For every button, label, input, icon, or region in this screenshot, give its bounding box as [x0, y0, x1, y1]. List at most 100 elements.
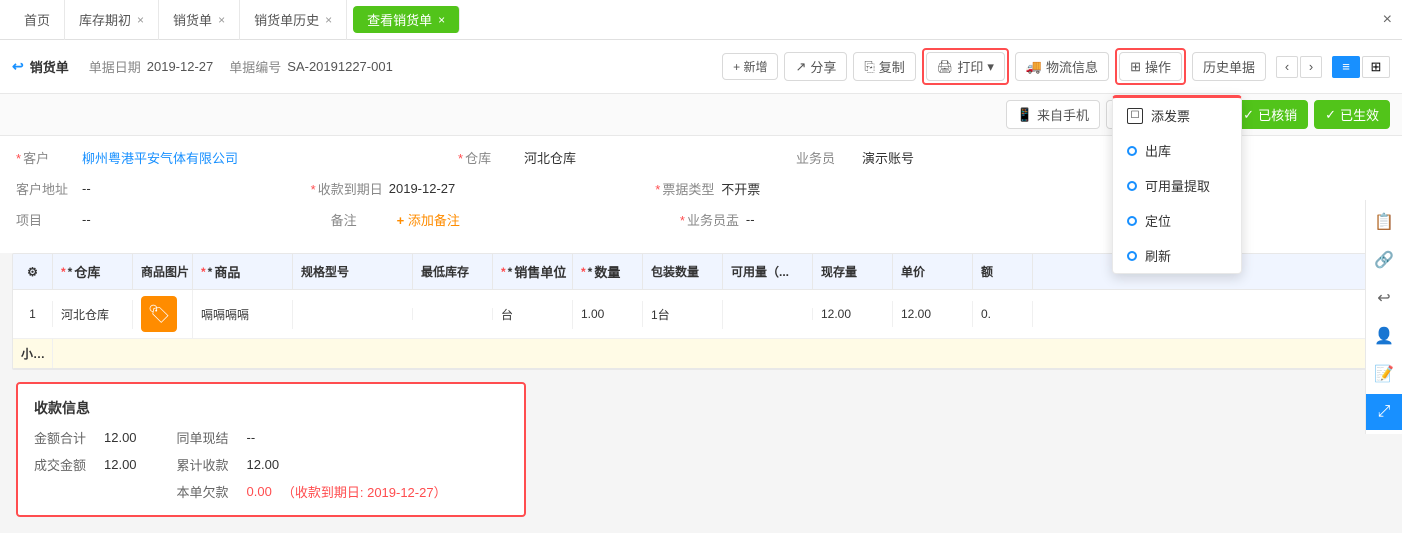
logistics-button[interactable]: 🚚 物流信息: [1015, 52, 1109, 81]
tab-sales-history[interactable]: 销货单历史 ×: [240, 0, 347, 40]
outbound-icon: [1127, 146, 1137, 156]
doc-title: ↩ 销货单: [12, 57, 69, 76]
customer-label: 客户: [16, 148, 76, 167]
from-mobile-button[interactable]: 📱 来自手机: [1006, 100, 1100, 129]
sidebar-user-icon[interactable]: 👤: [1366, 318, 1402, 354]
warehouse-field: 仓库 河北仓库: [458, 148, 576, 167]
warehouse-value: 河北仓库: [524, 148, 576, 167]
logistics-icon: 🚚: [1026, 59, 1042, 75]
dropdown-add-invoice[interactable]: ☐ 添发票: [1113, 98, 1241, 133]
copy-button[interactable]: ⎘ 复制: [853, 52, 915, 81]
balance-label: 本单欠款: [177, 482, 237, 501]
sales-staff-value: --: [746, 212, 755, 227]
sales-staff-label: 业务员盂: [680, 210, 740, 229]
share-button[interactable]: ↗ 分享: [784, 52, 847, 81]
tab-home[interactable]: 首页: [10, 0, 65, 40]
staff-label: 业务员: [796, 148, 856, 167]
customer-value[interactable]: 柳州粤港平安气体有限公司: [82, 148, 238, 167]
cumulative-value: 12.00: [247, 457, 280, 472]
locate-icon: [1127, 216, 1137, 226]
dropdown-refresh[interactable]: 刷新: [1113, 238, 1241, 273]
print-icon: 🖨: [937, 59, 954, 75]
balance-row: 本单欠款 0.00 （收款到期日: 2019-12-27）: [177, 482, 447, 501]
note-label: 备注: [331, 210, 391, 229]
th-settings[interactable]: ⚙: [13, 254, 53, 289]
th-image: 商品图片: [133, 254, 193, 289]
staff-field: 业务员 演示账号: [796, 148, 914, 167]
row-stock: 12.00: [813, 301, 893, 327]
print-button[interactable]: 🖨 打印 ▾: [926, 52, 1005, 81]
th-packqty: 包装数量: [643, 254, 723, 289]
doc-date-field: 单据日期 2019-12-27: [89, 57, 214, 76]
sidebar-edit-icon[interactable]: 📝: [1366, 356, 1402, 392]
add-invoice-icon: ☐: [1127, 108, 1143, 124]
cumulative-label: 累计收款: [177, 455, 237, 474]
document-header: ↩ 销货单 单据日期 2019-12-27 单据编号 SA-20191227-0…: [0, 40, 1402, 94]
ticket-type-label: 票据类型: [655, 179, 715, 198]
dropdown-available-pick[interactable]: 可用量提取: [1113, 168, 1241, 203]
subtotal-empty: [53, 339, 1389, 368]
close-view-sales-tab[interactable]: ×: [438, 13, 445, 27]
sidebar-clipboard-icon[interactable]: 📋: [1366, 204, 1402, 240]
row-warehouse: 河北仓库: [53, 300, 133, 329]
close-window-button[interactable]: ×: [1383, 11, 1392, 29]
grid-view-button[interactable]: ⊞: [1362, 56, 1390, 78]
row-amount: 0.: [973, 301, 1033, 327]
close-inventory-tab[interactable]: ×: [137, 13, 144, 27]
payment-col-left: 金额合计 12.00 成交金额 12.00: [34, 428, 137, 501]
sidebar-return-icon[interactable]: ↩: [1366, 280, 1402, 316]
next-arrow[interactable]: ›: [1300, 56, 1322, 78]
operate-button[interactable]: ⊞ 操作: [1119, 52, 1182, 81]
row-available: [723, 308, 813, 320]
sidebar-expand-icon[interactable]: ⤢: [1366, 394, 1402, 430]
effective-button[interactable]: ✓ 已生效: [1314, 100, 1390, 129]
tab-view-sales[interactable]: 查看销货单 ×: [353, 6, 460, 33]
project-field: 项目 --: [16, 210, 91, 229]
th-available: 可用量（...: [723, 254, 813, 289]
same-order-row: 同单现结 --: [177, 428, 447, 447]
th-stock: 现存量: [813, 254, 893, 289]
copy-icon: ⎘: [864, 59, 874, 75]
prev-arrow[interactable]: ‹: [1276, 56, 1298, 78]
sidebar-link-icon[interactable]: 🔗: [1366, 242, 1402, 278]
payment-col-right: 同单现结 -- 累计收款 12.00 本单欠款 0.00 （收款到期日: 201…: [177, 428, 447, 501]
verified-button[interactable]: ✓ 已核销: [1232, 100, 1308, 129]
same-order-value: --: [247, 430, 256, 445]
checked-icon: ✓: [1243, 107, 1254, 123]
th-qty: * 数量: [573, 254, 643, 289]
th-saleunit: * 销售单位: [493, 254, 573, 289]
th-minstock: 最低库存: [413, 254, 493, 289]
warehouse-label: 仓库: [458, 148, 518, 167]
print-highlight-box: 🖨 打印 ▾: [922, 48, 1009, 85]
subtotal-label: 小计: [13, 339, 53, 368]
table-subtotal-row: 小计: [13, 339, 1389, 369]
add-note-button[interactable]: + 添加备注: [397, 210, 460, 229]
history-button[interactable]: 历史单据: [1192, 52, 1266, 81]
project-value: --: [82, 212, 91, 227]
dropdown-locate[interactable]: 定位: [1113, 203, 1241, 238]
row-minstock: [413, 308, 493, 320]
total-value: 12.00: [104, 430, 137, 445]
project-label: 项目: [16, 210, 76, 229]
row-spec: [293, 308, 413, 320]
tab-inventory-init[interactable]: 库存期初 ×: [65, 0, 159, 40]
print-dropdown-arrow: ▾: [987, 59, 994, 75]
dropdown-outbound[interactable]: 出库: [1113, 133, 1241, 168]
tab-bar: 首页 库存期初 × 销货单 × 销货单历史 × 查看销货单 × ×: [0, 0, 1402, 40]
total-label: 金额合计: [34, 428, 94, 447]
refresh-icon: [1127, 251, 1137, 261]
row-image: 🏷: [133, 290, 193, 338]
close-history-tab[interactable]: ×: [325, 13, 332, 27]
transaction-value: 12.00: [104, 457, 137, 472]
payment-box: 收款信息 金额合计 12.00 成交金额 12.00 同单现结 -- 累计收款 …: [16, 382, 526, 517]
tab-sales-order[interactable]: 销货单 ×: [159, 0, 240, 40]
list-view-button[interactable]: ≡: [1332, 56, 1360, 78]
new-button[interactable]: + 新增: [722, 53, 778, 80]
sales-staff-field: 业务员盂 --: [680, 210, 755, 229]
payment-rows: 金额合计 12.00 成交金额 12.00 同单现结 -- 累计收款 12.00…: [34, 428, 508, 501]
close-sales-tab[interactable]: ×: [218, 13, 225, 27]
cumulative-row: 累计收款 12.00: [177, 455, 447, 474]
transaction-label: 成交金额: [34, 455, 94, 474]
address-value: --: [82, 181, 91, 196]
staff-value: 演示账号: [862, 148, 914, 167]
